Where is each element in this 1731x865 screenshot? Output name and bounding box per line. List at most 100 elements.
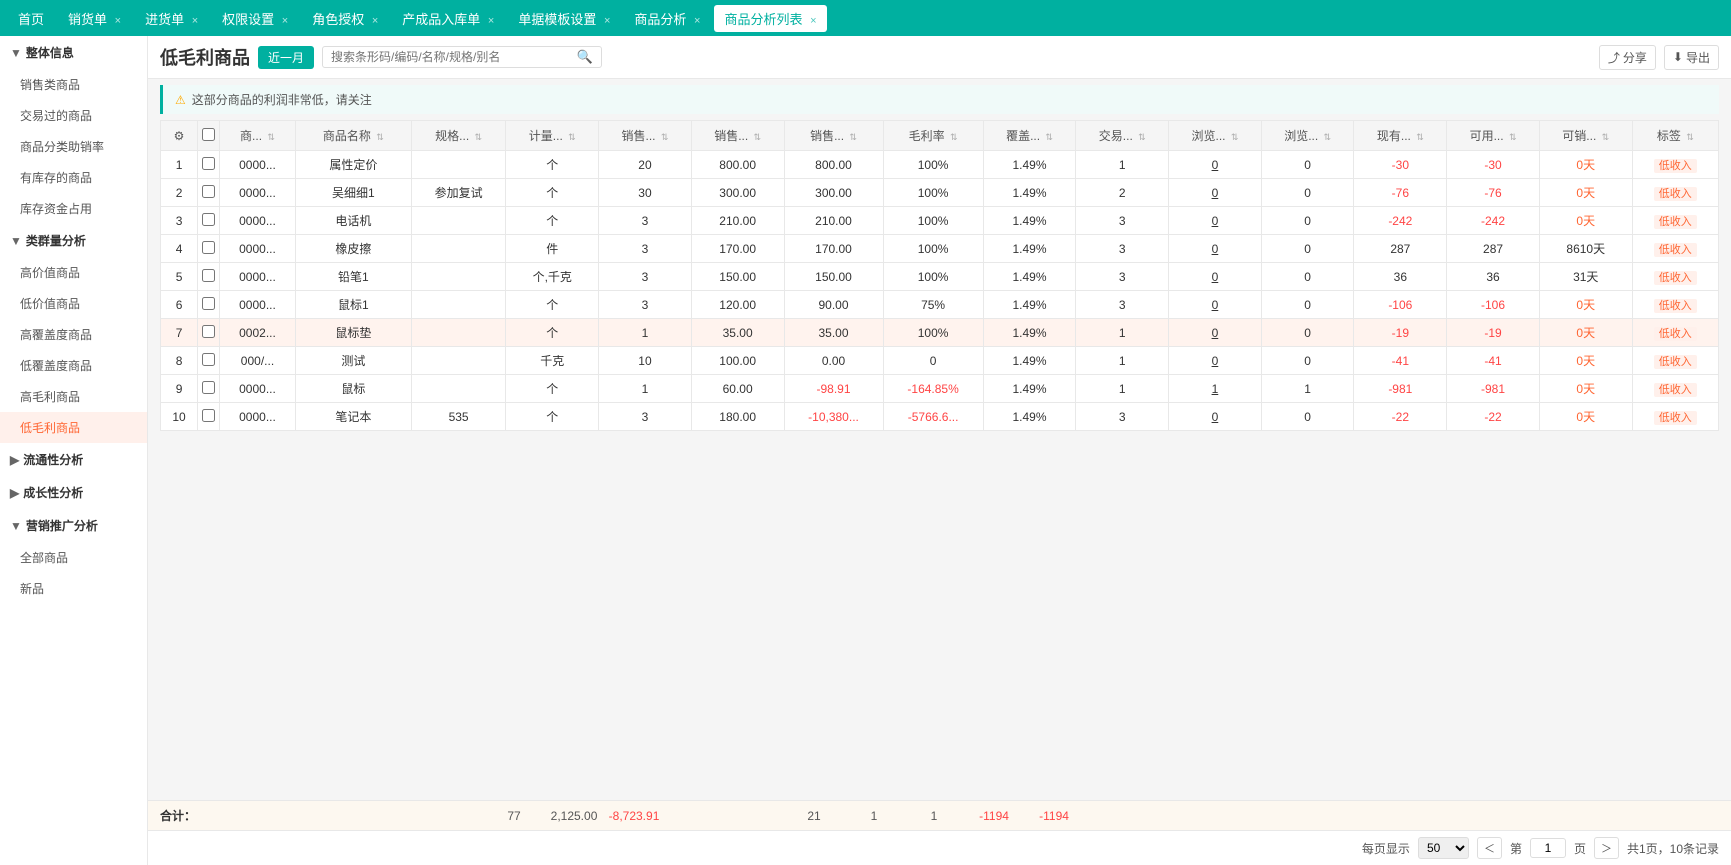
col-name[interactable]: 商品名称 ⇅ [295, 121, 411, 151]
sidebar-group-cluster[interactable]: ▼ 类群量分析 [0, 224, 147, 257]
cell-checkbox[interactable] [198, 403, 220, 431]
cell-checkbox[interactable] [198, 347, 220, 375]
sidebar-group-overview[interactable]: ▼ 整体信息 [0, 36, 147, 69]
sidebar-item-category-rate[interactable]: 商品分类助销率 [0, 131, 147, 162]
row-checkbox[interactable] [202, 409, 215, 422]
sidebar-item-new-goods[interactable]: 新品 [0, 573, 147, 604]
col-code[interactable]: 商... ⇅ [220, 121, 296, 151]
cell-browse1[interactable]: 0 [1169, 179, 1262, 207]
col-spec[interactable]: 规格... ⇅ [411, 121, 506, 151]
nav-item-purchase[interactable]: 进货单 × [135, 5, 208, 32]
browse1-link[interactable]: 0 [1212, 214, 1219, 228]
sidebar-item-low-margin[interactable]: 低毛利商品 [0, 412, 147, 443]
close-icon[interactable]: × [694, 15, 700, 27]
sidebar-item-high-coverage[interactable]: 高覆盖度商品 [0, 319, 147, 350]
sidebar-item-high-value[interactable]: 高价值商品 [0, 257, 147, 288]
close-icon[interactable]: × [282, 15, 288, 27]
col-setting[interactable]: ⚙ [161, 121, 198, 151]
search-icon[interactable]: 🔍 [577, 49, 593, 65]
col-sales-price[interactable]: 销售... ⇅ [691, 121, 784, 151]
browse1-link[interactable]: 0 [1212, 410, 1219, 424]
col-tag[interactable]: 标签 ⇅ [1632, 121, 1718, 151]
cell-checkbox[interactable] [198, 179, 220, 207]
row-checkbox[interactable] [202, 157, 215, 170]
sidebar-item-in-stock[interactable]: 有库存的商品 [0, 162, 147, 193]
row-checkbox[interactable] [202, 381, 215, 394]
close-icon[interactable]: × [192, 15, 198, 27]
col-checkbox[interactable] [198, 121, 220, 151]
cell-browse1[interactable]: 0 [1169, 403, 1262, 431]
row-checkbox[interactable] [202, 325, 215, 338]
sidebar-group-liquidity[interactable]: ▶ 流通性分析 [0, 443, 147, 476]
nav-item-sales[interactable]: 销货单 × [58, 5, 131, 32]
browse1-link[interactable]: 0 [1212, 298, 1219, 312]
nav-item-analysis[interactable]: 商品分析 × [624, 5, 710, 32]
cell-browse1[interactable]: 0 [1169, 151, 1262, 179]
sidebar-item-low-coverage[interactable]: 低覆盖度商品 [0, 350, 147, 381]
col-browse2[interactable]: 浏览... ⇅ [1261, 121, 1354, 151]
search-input[interactable] [331, 50, 577, 64]
col-gross-margin[interactable]: 毛利率 ⇅ [883, 121, 983, 151]
cell-browse1[interactable]: 0 [1169, 235, 1262, 263]
per-page-select[interactable]: 50 100 [1418, 837, 1469, 859]
browse1-link[interactable]: 0 [1212, 270, 1219, 284]
close-icon[interactable]: × [810, 15, 816, 27]
nav-item-analysis-list[interactable]: 商品分析列表 × [714, 5, 826, 32]
nav-item-roles[interactable]: 角色授权 × [302, 5, 388, 32]
col-sales-profit[interactable]: 销售... ⇅ [784, 121, 883, 151]
sidebar-item-low-value[interactable]: 低价值商品 [0, 288, 147, 319]
sidebar-group-marketing[interactable]: ▼ 营销推广分析 [0, 509, 147, 542]
row-checkbox[interactable] [202, 241, 215, 254]
cell-checkbox[interactable] [198, 151, 220, 179]
sidebar-item-traded-goods[interactable]: 交易过的商品 [0, 100, 147, 131]
close-icon[interactable]: × [115, 15, 121, 27]
col-browse1[interactable]: 浏览... ⇅ [1169, 121, 1262, 151]
prev-page-button[interactable]: ＜ [1477, 837, 1502, 859]
nav-item-permissions[interactable]: 权限设置 × [212, 5, 298, 32]
page-input[interactable] [1530, 838, 1566, 858]
browse1-link[interactable]: 0 [1212, 242, 1219, 256]
sidebar-item-sales-goods[interactable]: 销售类商品 [0, 69, 147, 100]
close-icon[interactable]: × [372, 15, 378, 27]
cell-browse1[interactable]: 0 [1169, 207, 1262, 235]
cell-checkbox[interactable] [198, 207, 220, 235]
share-button[interactable]: ⤴ 分享 [1599, 45, 1656, 70]
sidebar-item-all-goods[interactable]: 全部商品 [0, 542, 147, 573]
cell-browse1[interactable]: 1 [1169, 375, 1262, 403]
close-icon[interactable]: × [488, 15, 494, 27]
nav-item-home[interactable]: 首页 [8, 5, 54, 32]
cell-browse1[interactable]: 0 [1169, 263, 1262, 291]
col-saleable[interactable]: 可销... ⇅ [1539, 121, 1632, 151]
cell-checkbox[interactable] [198, 263, 220, 291]
cell-checkbox[interactable] [198, 319, 220, 347]
sidebar-group-growth[interactable]: ▶ 成长性分析 [0, 476, 147, 509]
browse1-link[interactable]: 0 [1212, 354, 1219, 368]
col-current-stock[interactable]: 现有... ⇅ [1354, 121, 1447, 151]
sidebar-item-stock-capital[interactable]: 库存资金占用 [0, 193, 147, 224]
export-button[interactable]: ⬇ 导出 [1664, 45, 1719, 70]
cell-checkbox[interactable] [198, 375, 220, 403]
browse1-link[interactable]: 0 [1212, 326, 1219, 340]
browse1-link[interactable]: 0 [1212, 158, 1219, 172]
row-checkbox[interactable] [202, 353, 215, 366]
col-sales-qty[interactable]: 销售... ⇅ [599, 121, 692, 151]
col-coverage[interactable]: 覆盖... ⇅ [983, 121, 1076, 151]
date-filter-button[interactable]: 近一月 [258, 46, 314, 69]
cell-browse1[interactable]: 0 [1169, 347, 1262, 375]
cell-browse1[interactable]: 0 [1169, 319, 1262, 347]
row-checkbox[interactable] [202, 297, 215, 310]
cell-browse1[interactable]: 0 [1169, 291, 1262, 319]
browse1-link[interactable]: 1 [1212, 382, 1219, 396]
close-icon[interactable]: × [604, 15, 610, 27]
nav-item-products[interactable]: 产成品入库单 × [392, 5, 504, 32]
cell-checkbox[interactable] [198, 235, 220, 263]
select-all-checkbox[interactable] [202, 128, 215, 141]
next-page-button[interactable]: ＞ [1594, 837, 1619, 859]
col-unit[interactable]: 计量... ⇅ [506, 121, 599, 151]
nav-item-templates[interactable]: 单据模板设置 × [508, 5, 620, 32]
row-checkbox[interactable] [202, 269, 215, 282]
row-checkbox[interactable] [202, 213, 215, 226]
cell-checkbox[interactable] [198, 291, 220, 319]
col-transaction[interactable]: 交易... ⇅ [1076, 121, 1169, 151]
browse1-link[interactable]: 0 [1212, 186, 1219, 200]
